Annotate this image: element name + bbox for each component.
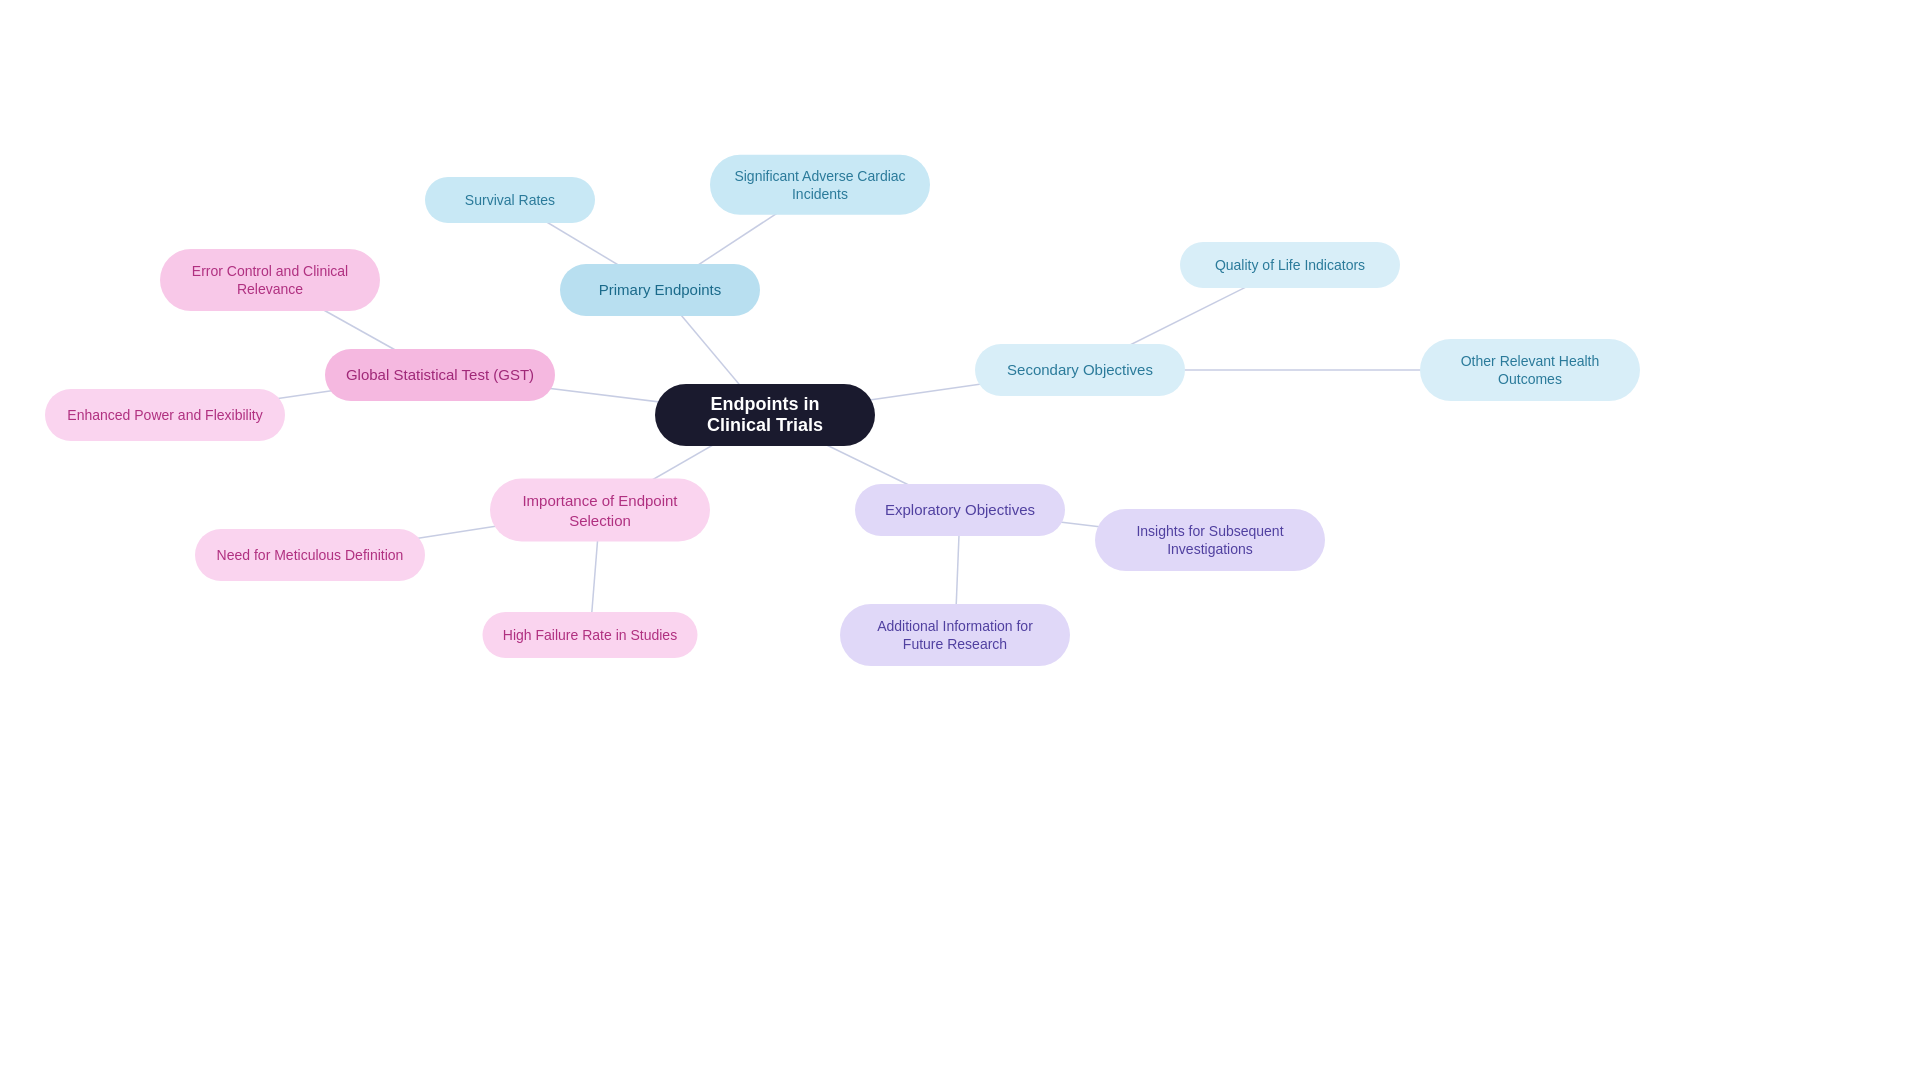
exploratory-objectives-node: Exploratory Objectives xyxy=(855,484,1065,536)
gst-node: Global Statistical Test (GST) xyxy=(325,349,555,401)
error-control-node: Error Control and Clinical Relevance xyxy=(160,249,380,311)
additional-info-node: Additional Information for Future Resear… xyxy=(840,604,1070,666)
significant-adverse-node: Significant Adverse Cardiac Incidents xyxy=(710,155,930,215)
enhanced-power-node: Enhanced Power and Flexibility xyxy=(45,389,285,441)
secondary-objectives-node: Secondary Objectives xyxy=(975,344,1185,396)
insights-subsequent-node: Insights for Subsequent Investigations xyxy=(1095,509,1325,571)
primary-endpoints-node: Primary Endpoints xyxy=(560,264,760,316)
survival-rates-node: Survival Rates xyxy=(425,177,595,223)
other-relevant-node: Other Relevant Health Outcomes xyxy=(1420,339,1640,401)
importance-endpoint-node: Importance of Endpoint Selection xyxy=(490,479,710,542)
need-meticulous-node: Need for Meticulous Definition xyxy=(195,529,425,581)
quality-of-life-node: Quality of Life Indicators xyxy=(1180,242,1400,288)
high-failure-node: High Failure Rate in Studies xyxy=(483,612,698,658)
center-node: Endpoints in Clinical Trials xyxy=(655,384,875,446)
